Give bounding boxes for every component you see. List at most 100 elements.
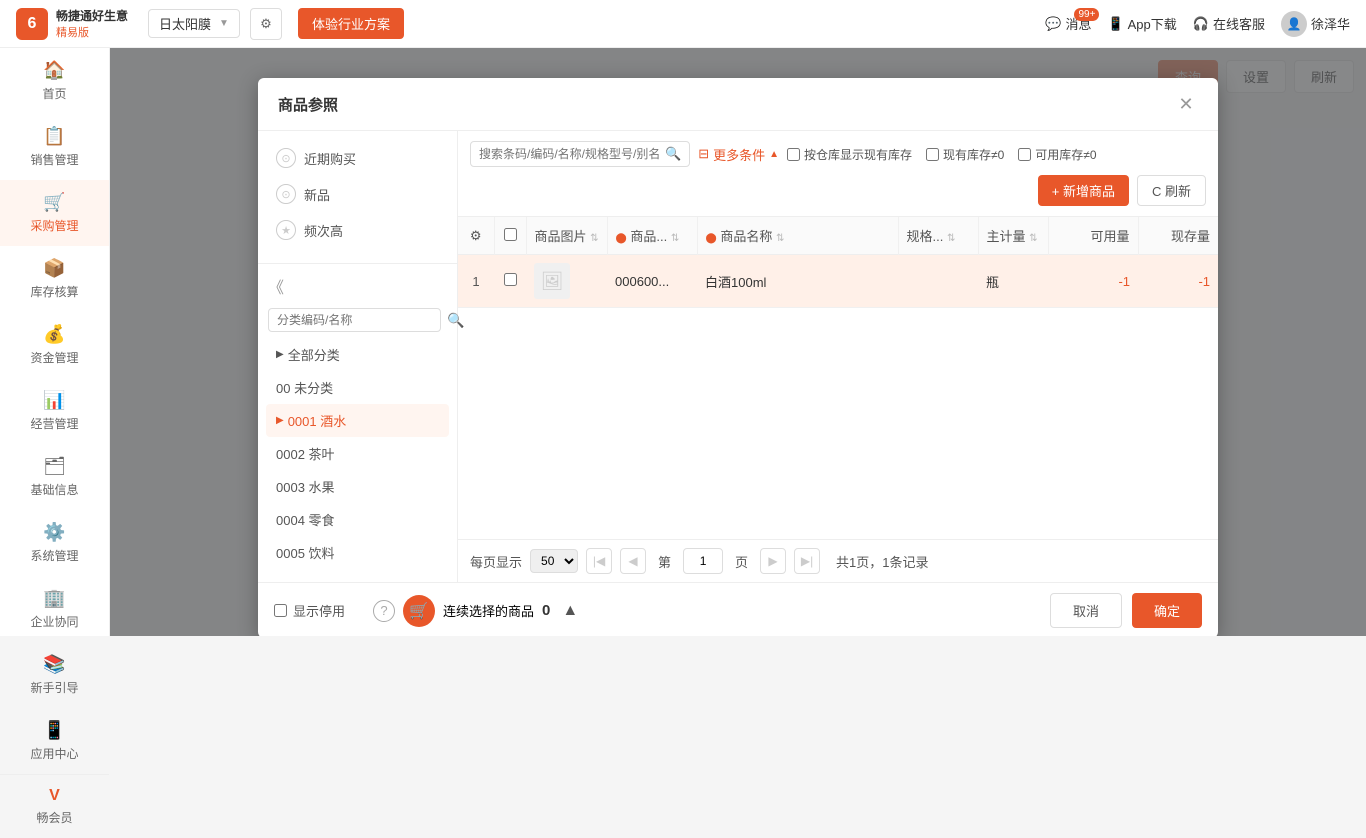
modal-close-button[interactable]: ✕ xyxy=(1174,92,1198,116)
collapse-footer-icon[interactable]: ▲ xyxy=(562,602,578,620)
cat-0005[interactable]: 0005 饮料 xyxy=(266,536,449,569)
th-stock: 现存量 xyxy=(1138,217,1218,255)
checkbox-warehouse-label: 按仓库显示现有库存 xyxy=(804,146,912,163)
sidebar-item-guide[interactable]: 📚 新手引导 xyxy=(0,642,109,708)
cart-icon[interactable]: 🛒 xyxy=(403,595,435,627)
th-settings[interactable]: ⚙ xyxy=(458,217,494,255)
messages-button[interactable]: 💬 消息 99+ xyxy=(1045,14,1091,33)
user-menu[interactable]: 👤 徐泽华 xyxy=(1281,11,1350,37)
row-checkbox[interactable] xyxy=(504,273,517,286)
table-header-row: ⚙ 商品图片 ⇅ xyxy=(458,217,1218,255)
avatar: 👤 xyxy=(1281,11,1307,37)
sidebar-label-apps: 应用中心 xyxy=(30,745,78,762)
sidebar-item-member[interactable]: V 畅会员 xyxy=(0,774,109,838)
sidebar-item-enterprise[interactable]: 🏢 企业协同 xyxy=(0,576,109,642)
checkbox-available[interactable]: 可用库存≠0 xyxy=(1018,146,1096,163)
product-search-input[interactable] xyxy=(479,147,659,161)
nav-selector[interactable]: 日太阳膜 ▼ xyxy=(148,9,240,38)
sidebar-label-finance: 资金管理 xyxy=(30,349,78,366)
cancel-button[interactable]: 取消 xyxy=(1050,593,1122,628)
gear-button[interactable]: ⚙ xyxy=(250,8,282,40)
cat-0004[interactable]: 0004 零食 xyxy=(266,503,449,536)
prev-page-btn[interactable]: ◀ xyxy=(620,548,646,574)
checkbox-stock[interactable]: 现有库存≠0 xyxy=(926,146,1004,163)
confirm-button[interactable]: 确定 xyxy=(1132,593,1202,628)
cat-0008[interactable]: 0008 水 xyxy=(266,569,449,572)
th-name: ⬤ 商品名称 ⇅ xyxy=(697,217,898,255)
sidebar-item-inventory[interactable]: 📦 库存核算 xyxy=(0,246,109,312)
product-search-icon[interactable]: 🔍 xyxy=(665,146,681,162)
sidebar-item-apps[interactable]: 📱 应用中心 xyxy=(0,708,109,774)
checkbox-warehouse-input[interactable] xyxy=(787,148,800,161)
refresh-button[interactable]: C 刷新 xyxy=(1137,175,1206,206)
page-total: 共1页，1条记录 xyxy=(836,552,928,571)
cat-0002[interactable]: 0002 茶叶 xyxy=(266,437,449,470)
sidebar-item-purchase[interactable]: 🛒 采购管理 xyxy=(0,180,109,246)
page-suffix: 页 xyxy=(735,552,748,571)
sort-unit-icon[interactable]: ⇅ xyxy=(1029,233,1037,244)
collapse-icon[interactable]: 《 xyxy=(268,274,284,298)
per-page-select[interactable]: 50 xyxy=(530,549,578,573)
first-page-btn[interactable]: |◀ xyxy=(586,548,612,574)
sidebar-item-base[interactable]: 🗂 基础信息 xyxy=(0,444,109,510)
sort-image-icon[interactable]: ⇅ xyxy=(590,233,598,244)
tab-recent-label: 近期购买 xyxy=(304,149,356,168)
cart-text: 连续选择的商品 xyxy=(443,601,534,620)
tab-frequent[interactable]: ★ 频次高 xyxy=(266,213,449,247)
col-code-label: 商品... xyxy=(630,229,667,244)
trial-button[interactable]: 体验行业方案 xyxy=(298,8,404,39)
row-check[interactable] xyxy=(494,255,526,308)
new-icon: ⊙ xyxy=(276,184,296,204)
sales-icon: 📋 xyxy=(43,126,65,147)
sort-spec-icon[interactable]: ⇅ xyxy=(947,233,955,244)
row-available: -1 xyxy=(1048,255,1138,308)
checkbox-stock-input[interactable] xyxy=(926,148,939,161)
apps-icon: 📱 xyxy=(43,720,65,741)
recent-icon: ⊙ xyxy=(276,148,296,168)
sort-code-icon-left: ⬤ xyxy=(616,233,627,244)
next-page-btn[interactable]: ▶ xyxy=(760,548,786,574)
finance-icon: 💰 xyxy=(43,324,65,345)
online-service-button[interactable]: 🎧 在线客服 xyxy=(1193,14,1265,33)
th-check[interactable] xyxy=(494,217,526,255)
checkbox-available-label: 可用库存≠0 xyxy=(1035,146,1096,163)
modal-title: 商品参照 xyxy=(278,94,338,115)
sidebar-label-inventory: 库存核算 xyxy=(30,283,78,300)
sidebar-item-home[interactable]: 🏠 首页 xyxy=(0,48,109,114)
checkbox-warehouse[interactable]: 按仓库显示现有库存 xyxy=(787,146,912,163)
tab-recent[interactable]: ⊙ 近期购买 xyxy=(266,141,449,175)
cat-00-label: 00 未分类 xyxy=(276,378,333,397)
sidebar-item-finance[interactable]: 💰 资金管理 xyxy=(0,312,109,378)
messages-badge: 99+ xyxy=(1074,8,1099,21)
last-page-btn[interactable]: ▶| xyxy=(794,548,820,574)
sidebar-item-sales[interactable]: 📋 销售管理 xyxy=(0,114,109,180)
tab-new-label: 新品 xyxy=(304,185,330,204)
sidebar-item-business[interactable]: 📊 经营管理 xyxy=(0,378,109,444)
add-product-button[interactable]: + 新增商品 xyxy=(1038,175,1129,206)
category-search-input[interactable] xyxy=(268,308,441,332)
tab-new[interactable]: ⊙ 新品 xyxy=(266,177,449,211)
settings-icon[interactable]: ⚙ xyxy=(470,228,482,243)
left-divider xyxy=(258,263,457,264)
nav-dropdown-icon: ▼ xyxy=(219,18,229,29)
cat-0003-label: 0003 水果 xyxy=(276,477,335,496)
guide-icon: 📚 xyxy=(43,654,65,675)
modal-footer: 显示停用 ? 🛒 连续选择的商品 0 ▲ 取消 确定 xyxy=(258,582,1218,636)
table-row[interactable]: 1 🖼 000600... 白酒100ml xyxy=(458,255,1218,308)
select-all-checkbox[interactable] xyxy=(504,228,517,241)
checkbox-available-input[interactable] xyxy=(1018,148,1031,161)
show-disabled-checkbox[interactable]: 显示停用 xyxy=(274,601,345,620)
cat-0003[interactable]: 0003 水果 xyxy=(266,470,449,503)
sort-name-icon[interactable]: ⇅ xyxy=(776,233,784,244)
app-download-button[interactable]: 📱 App下载 xyxy=(1107,14,1176,33)
sort-code-icon[interactable]: ⇅ xyxy=(671,233,679,244)
cat-all[interactable]: ▶ 全部分类 xyxy=(266,338,449,371)
cat-0001[interactable]: ▶ 0001 酒水 xyxy=(266,404,449,437)
page-number-input[interactable] xyxy=(683,548,723,574)
cat-00[interactable]: 00 未分类 xyxy=(266,371,449,404)
sidebar-item-system[interactable]: ⚙️ 系统管理 xyxy=(0,510,109,576)
show-disabled-input[interactable] xyxy=(274,604,287,617)
help-icon[interactable]: ? xyxy=(373,600,395,622)
more-filter-button[interactable]: ⊟ 更多条件 ▲ xyxy=(698,145,779,164)
sidebar-label-sales: 销售管理 xyxy=(30,151,78,168)
